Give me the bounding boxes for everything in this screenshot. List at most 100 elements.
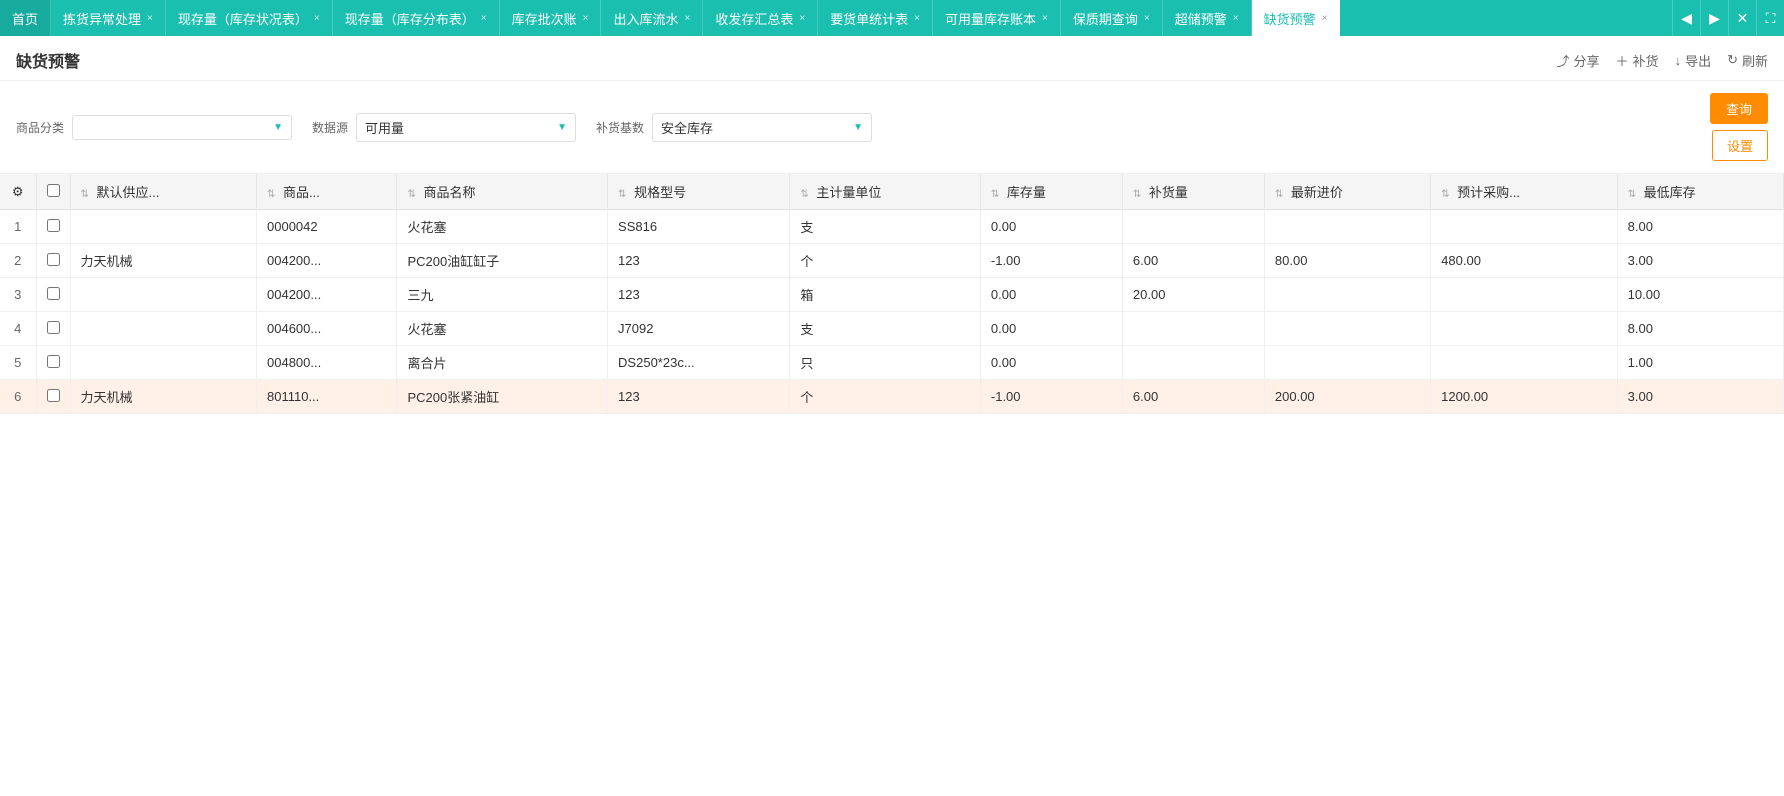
nav-tab-overstock[interactable]: 超储预警 × [1163, 0, 1252, 36]
row-checkbox-cell [36, 380, 70, 414]
close-tab-10[interactable]: × [1233, 13, 1239, 24]
row-unit: 支 [790, 312, 981, 346]
row-supplier: 力天机械 [70, 244, 257, 278]
share-button[interactable]: ⤴ 分享 [1557, 51, 1600, 70]
row-latest-price: 80.00 [1264, 244, 1430, 278]
filter-area: 商品分类 ▼ 数据源 可用量 ▼ 补货基数 安全库存 ▼ 查询 设置 [0, 81, 1784, 174]
row-supplier [70, 312, 257, 346]
sort-price-icon: ⇅ [1275, 189, 1283, 200]
row-product-name: 离合片 [397, 346, 608, 380]
category-select[interactable]: ▼ [72, 115, 292, 140]
col-product-name[interactable]: ⇅ 商品名称 [397, 174, 608, 210]
col-stock[interactable]: ⇅ 库存量 [980, 174, 1122, 210]
col-latest-price[interactable]: ⇅ 最新进价 [1264, 174, 1430, 210]
datasource-filter-group: 数据源 可用量 ▼ [312, 113, 576, 142]
row-checkbox-cell [36, 244, 70, 278]
nav-tab-stock1[interactable]: 现存量（库存状况表） × [166, 0, 333, 36]
replenish-button[interactable]: ＋ 补货 [1616, 51, 1659, 70]
row-num: 6 [0, 380, 36, 414]
close-tab-3[interactable]: × [481, 13, 487, 24]
nav-tab-stock2[interactable]: 现存量（库存分布表） × [333, 0, 500, 36]
sort-minstock-icon: ⇅ [1628, 189, 1636, 200]
close-tab-8[interactable]: × [1042, 13, 1048, 24]
row-estimated-purchase: 480.00 [1431, 244, 1618, 278]
filter-buttons: 查询 设置 [1710, 93, 1768, 161]
row-checkbox[interactable] [47, 355, 60, 368]
datasource-chevron-icon: ▼ [557, 122, 567, 133]
nav-tab-batch[interactable]: 库存批次账 × [500, 0, 602, 36]
row-estimated-purchase [1431, 210, 1618, 244]
replenish-base-filter-group: 补货基数 安全库存 ▼ [596, 113, 872, 142]
row-replenish-qty: 6.00 [1122, 380, 1264, 414]
close-tab-7[interactable]: × [914, 13, 920, 24]
row-latest-price: 200.00 [1264, 380, 1430, 414]
row-spec: J7092 [608, 312, 790, 346]
row-stock: -1.00 [980, 244, 1122, 278]
top-nav: 首页 拣货异常处理 × 现存量（库存状况表） × 现存量（库存分布表） × 库存… [0, 0, 1784, 36]
row-unit: 只 [790, 346, 981, 380]
query-button[interactable]: 查询 [1710, 93, 1768, 124]
nav-next-btn[interactable]: ▶ [1700, 0, 1728, 36]
col-supplier[interactable]: ⇅ 默认供应... [70, 174, 257, 210]
replenish-base-select[interactable]: 安全库存 ▼ [652, 113, 872, 142]
nav-fullscreen-btn[interactable]: ⛶ [1756, 0, 1784, 36]
table-row: 2 力天机械 004200... PC200油缸缸子 123 个 -1.00 6… [0, 244, 1784, 278]
nav-tab-flow[interactable]: 出入库流水 × [601, 0, 703, 36]
row-supplier [70, 210, 257, 244]
row-min-stock: 10.00 [1617, 278, 1783, 312]
row-num: 5 [0, 346, 36, 380]
row-spec: 123 [608, 244, 790, 278]
nav-tab-summary[interactable]: 收发存汇总表 × [703, 0, 818, 36]
row-spec: 123 [608, 278, 790, 312]
gear-icon: ⚙ [12, 184, 24, 199]
export-button[interactable]: ↓ 导出 [1675, 51, 1712, 70]
nav-prev-btn[interactable]: ◀ [1672, 0, 1700, 36]
row-checkbox[interactable] [47, 321, 60, 334]
row-checkbox[interactable] [47, 389, 60, 402]
row-product-name: 火花塞 [397, 312, 608, 346]
datasource-value: 可用量 [365, 118, 404, 137]
row-checkbox-cell [36, 312, 70, 346]
row-product-code: 004200... [257, 244, 397, 278]
row-num: 3 [0, 278, 36, 312]
col-replenish-qty[interactable]: ⇅ 补货量 [1122, 174, 1264, 210]
nav-tab-home[interactable]: 首页 [0, 0, 51, 36]
row-checkbox[interactable] [47, 287, 60, 300]
row-stock: 0.00 [980, 312, 1122, 346]
col-settings[interactable]: ⚙ [0, 174, 36, 210]
table-row: 3 004200... 三九 123 箱 0.00 20.00 10.00 [0, 278, 1784, 312]
nav-close-btn[interactable]: ✕ [1728, 0, 1756, 36]
col-unit[interactable]: ⇅ 主计量单位 [790, 174, 981, 210]
row-product-code: 004200... [257, 278, 397, 312]
close-tab-5[interactable]: × [684, 13, 690, 24]
refresh-button[interactable]: ↻ 刷新 [1727, 51, 1768, 70]
nav-tab-expiry[interactable]: 保质期查询 × [1061, 0, 1163, 36]
close-tab-2[interactable]: × [314, 13, 320, 24]
nav-tab-picking[interactable]: 拣货异常处理 × [51, 0, 166, 36]
col-product-code[interactable]: ⇅ 商品... [257, 174, 397, 210]
close-tab-11[interactable]: × [1322, 13, 1328, 24]
close-tab-1[interactable]: × [147, 13, 153, 24]
row-latest-price [1264, 278, 1430, 312]
col-spec[interactable]: ⇅ 规格型号 [608, 174, 790, 210]
close-tab-6[interactable]: × [799, 13, 805, 24]
table-row: 1 0000042 火花塞 SS816 支 0.00 8.00 [0, 210, 1784, 244]
close-tab-9[interactable]: × [1144, 13, 1150, 24]
row-stock: -1.00 [980, 380, 1122, 414]
row-supplier [70, 346, 257, 380]
row-spec: DS250*23c... [608, 346, 790, 380]
nav-tab-available[interactable]: 可用量库存账本 × [933, 0, 1061, 36]
nav-tab-shortage[interactable]: 缺货预警 × [1252, 0, 1341, 36]
col-estimated-purchase[interactable]: ⇅ 预计采购... [1431, 174, 1618, 210]
row-checkbox[interactable] [47, 219, 60, 232]
datasource-select[interactable]: 可用量 ▼ [356, 113, 576, 142]
select-all-checkbox[interactable] [47, 184, 60, 197]
row-latest-price [1264, 346, 1430, 380]
row-checkbox[interactable] [47, 253, 60, 266]
col-min-stock[interactable]: ⇅ 最低库存 [1617, 174, 1783, 210]
page-content: 缺货预警 ⤴ 分享 ＋ 补货 ↓ 导出 ↻ 刷新 商品分类 [0, 36, 1784, 796]
settings-button[interactable]: 设置 [1712, 130, 1768, 161]
nav-tab-requisition[interactable]: 要货单统计表 × [818, 0, 933, 36]
row-estimated-purchase [1431, 278, 1618, 312]
close-tab-4[interactable]: × [583, 13, 589, 24]
